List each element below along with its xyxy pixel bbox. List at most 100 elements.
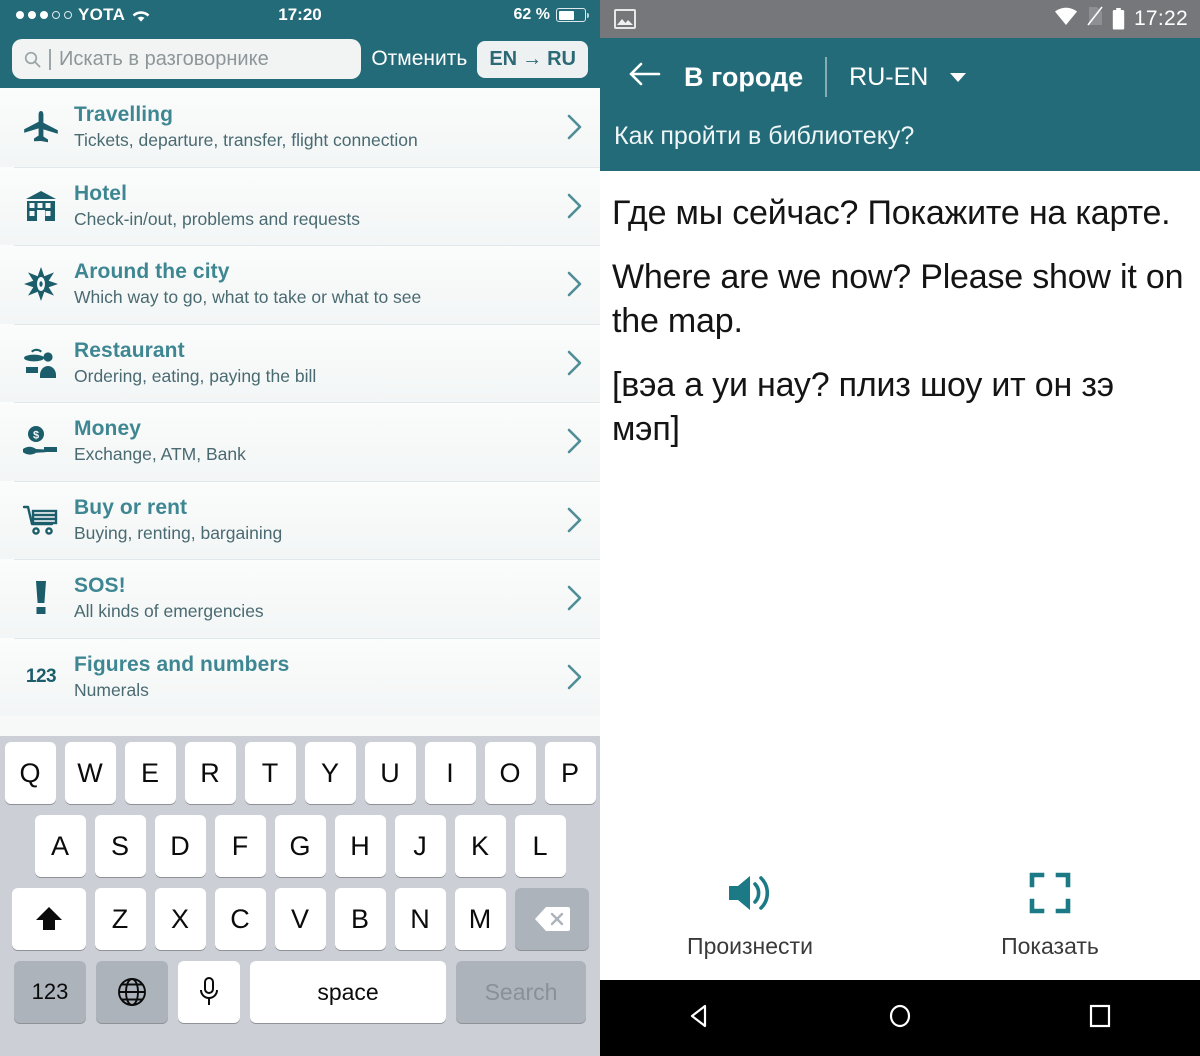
- list-item[interactable]: Travelling Tickets, departure, transfer,…: [0, 88, 600, 167]
- key-y[interactable]: Y: [304, 742, 356, 804]
- key-n[interactable]: N: [394, 888, 446, 950]
- backspace-icon[interactable]: [514, 888, 589, 950]
- list-item[interactable]: Hotel Check-in/out, problems and request…: [0, 166, 600, 245]
- nav-recents-square-icon[interactable]: [1085, 1001, 1115, 1036]
- list-item-subtitle: Tickets, departure, transfer, flight con…: [74, 130, 418, 151]
- list-item-subtitle: Buying, renting, bargaining: [74, 522, 283, 543]
- key-i[interactable]: I: [424, 742, 476, 804]
- money-hand-icon: $: [18, 425, 64, 457]
- chevron-down-icon[interactable]: [950, 72, 967, 82]
- phrase-transcription: [вэа а уи нау? плиз шоу ит он зэ мэп]: [612, 366, 1114, 448]
- list-item-title: Hotel: [74, 181, 127, 205]
- key-b[interactable]: B: [334, 888, 386, 950]
- lang-from-label: EN: [489, 47, 518, 70]
- exclamation-icon: [18, 580, 64, 616]
- key-k[interactable]: K: [454, 815, 506, 877]
- list-item-subtitle: Exchange, ATM, Bank: [74, 444, 246, 465]
- dual-phone-screenshot: YOTA 17:20 62 % Искать в разговорнике От…: [0, 0, 1200, 1056]
- list-item[interactable]: SOS! All kinds of emergencies: [0, 559, 600, 638]
- hotel-building-icon: [18, 189, 64, 223]
- compass-icon: [18, 266, 64, 302]
- key-d[interactable]: D: [154, 815, 206, 877]
- 123-icon: 123: [25, 665, 57, 687]
- key-o[interactable]: O: [484, 742, 536, 804]
- list-item-title: Money: [74, 417, 142, 441]
- chevron-right-icon: [564, 585, 586, 611]
- show-button-label: Показать: [1001, 933, 1099, 959]
- list-item-text: Travelling Tickets, departure, transfer,…: [64, 102, 564, 152]
- numbers-key[interactable]: 123: [14, 961, 86, 1023]
- android-app-bar: В городе RU-EN: [600, 38, 1200, 116]
- keyboard-row-2: A S D F G H J K L: [3, 815, 597, 877]
- search-icon: [24, 51, 41, 68]
- list-item[interactable]: $ Money Exchange, ATM, Bank: [0, 402, 600, 481]
- key-h[interactable]: H: [334, 815, 386, 877]
- image-icon: [614, 9, 636, 29]
- list-item-subtitle: All kinds of emergencies: [74, 601, 264, 622]
- search-input[interactable]: Искать в разговорнике: [12, 39, 362, 79]
- language-direction-button[interactable]: EN → RU: [477, 40, 588, 78]
- chevron-right-icon: [564, 507, 586, 533]
- chevron-right-icon: [564, 271, 586, 297]
- waiter-icon: [18, 347, 64, 379]
- arrow-right-icon: →: [522, 47, 543, 70]
- key-t[interactable]: T: [244, 742, 296, 804]
- key-c[interactable]: C: [214, 888, 266, 950]
- keyboard-row-4: 123 space Search: [3, 961, 597, 1023]
- key-z[interactable]: Z: [94, 888, 146, 950]
- nav-back-triangle-icon[interactable]: [685, 1001, 715, 1036]
- phrase-source: Где мы сейчас? Покажите на карте.: [612, 194, 1171, 232]
- search-placeholder: Искать в разговорнике: [59, 47, 269, 70]
- key-w[interactable]: W: [64, 742, 116, 804]
- list-item[interactable]: Buy or rent Buying, renting, bargaining: [0, 480, 600, 559]
- chevron-right-icon: [564, 193, 586, 219]
- show-button[interactable]: Показать: [900, 852, 1200, 980]
- shift-arrow-icon[interactable]: [11, 888, 86, 950]
- nav-home-circle-icon[interactable]: [885, 1001, 915, 1036]
- key-e[interactable]: E: [124, 742, 176, 804]
- key-u[interactable]: U: [364, 742, 416, 804]
- key-m[interactable]: M: [454, 888, 506, 950]
- ios-status-bar: YOTA 17:20 62 %: [0, 0, 600, 30]
- no-sim-icon: [1087, 6, 1103, 32]
- list-item-title: Buy or rent: [74, 495, 188, 519]
- android-nav-bar: [600, 980, 1200, 1056]
- language-pair-label[interactable]: RU-EN: [849, 63, 928, 92]
- speak-button[interactable]: Произнести: [600, 852, 900, 980]
- phrase-subtitle-bar: Как пройти в библиотеку?: [600, 116, 1200, 171]
- fullscreen-icon: [1029, 872, 1071, 919]
- key-a[interactable]: A: [34, 815, 86, 877]
- list-item-text: Around the city Which way to go, what to…: [64, 259, 564, 309]
- page-title: В городе: [684, 61, 804, 92]
- key-x[interactable]: X: [154, 888, 206, 950]
- key-j[interactable]: J: [394, 815, 446, 877]
- list-item-subtitle: Numerals: [74, 679, 149, 700]
- key-s[interactable]: S: [94, 815, 146, 877]
- list-item[interactable]: Restaurant Ordering, eating, paying the …: [0, 323, 600, 402]
- key-g[interactable]: G: [274, 815, 326, 877]
- ios-panel: YOTA 17:20 62 % Искать в разговорнике От…: [0, 0, 600, 1056]
- back-arrow-icon[interactable]: [628, 61, 662, 93]
- chevron-right-icon: [564, 350, 586, 376]
- list-item[interactable]: Around the city Which way to go, what to…: [0, 245, 600, 324]
- globe-icon[interactable]: [96, 961, 168, 1023]
- microphone-icon[interactable]: [178, 961, 240, 1023]
- divider: [825, 57, 828, 97]
- key-r[interactable]: R: [184, 742, 236, 804]
- search-key[interactable]: Search: [456, 961, 586, 1023]
- key-f[interactable]: F: [214, 815, 266, 877]
- chevron-right-icon: [564, 114, 586, 140]
- space-key[interactable]: space: [250, 961, 446, 1023]
- list-item[interactable]: 123 Figures and numbers Numerals: [0, 637, 600, 716]
- key-p[interactable]: P: [544, 742, 596, 804]
- keyboard-row-3: Z X C V B N M: [3, 888, 597, 950]
- list-item-subtitle: Which way to go, what to take or what to…: [74, 287, 422, 308]
- cancel-button[interactable]: Отменить: [371, 47, 467, 71]
- key-q[interactable]: Q: [4, 742, 56, 804]
- key-l[interactable]: L: [514, 815, 566, 877]
- chevron-right-icon: [564, 664, 586, 690]
- battery-percent-label: 62 %: [513, 6, 550, 23]
- list-item-text: Figures and numbers Numerals: [64, 652, 564, 702]
- key-v[interactable]: V: [274, 888, 326, 950]
- ios-top-bar: YOTA 17:20 62 % Искать в разговорнике От…: [0, 0, 600, 88]
